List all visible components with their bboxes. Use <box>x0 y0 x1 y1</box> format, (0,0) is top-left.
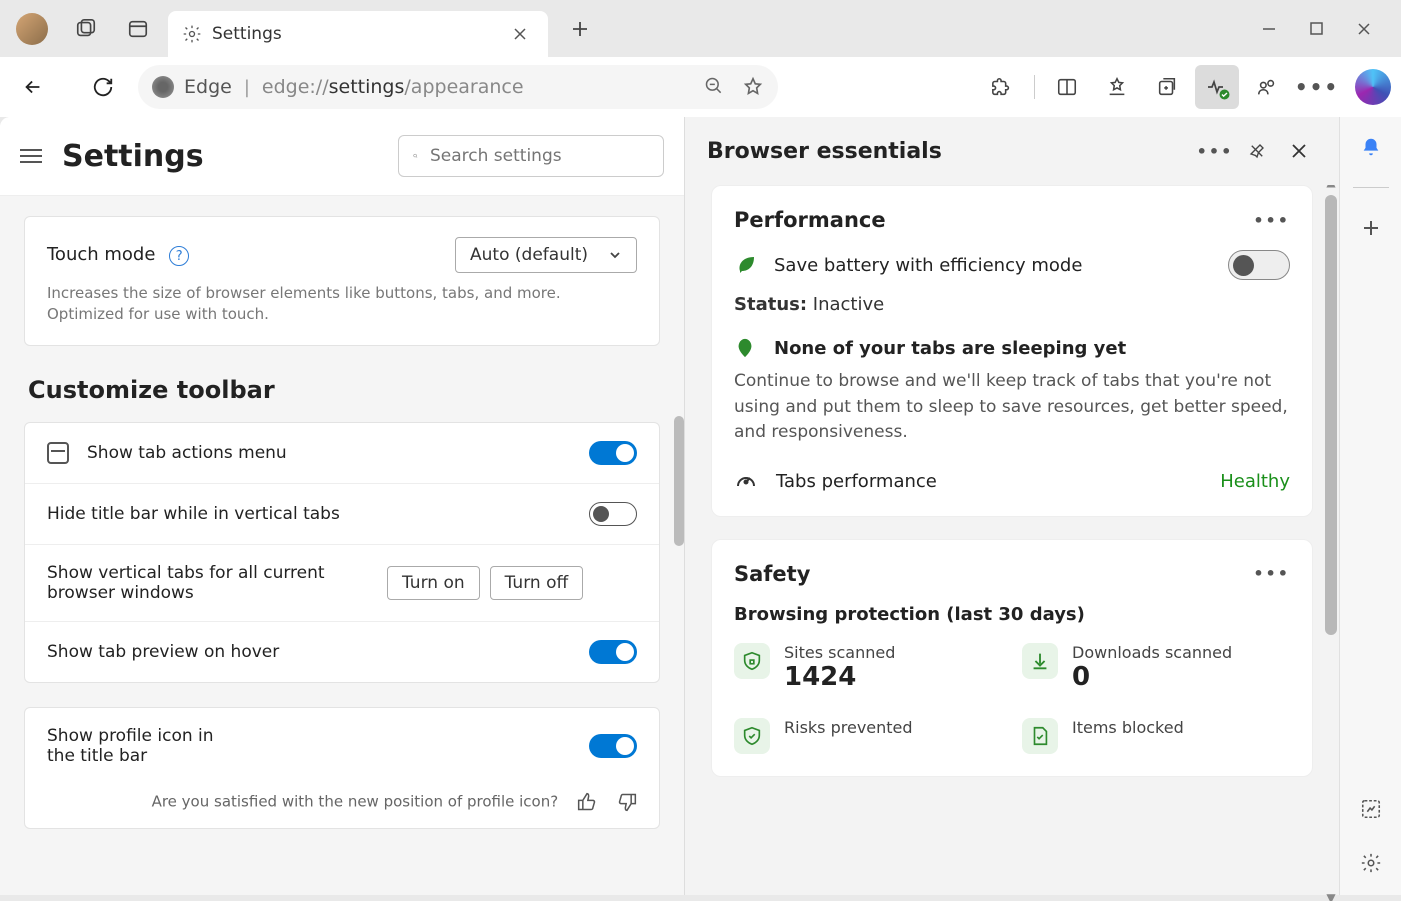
battery-mode-label: Save battery with efficiency mode <box>774 255 1212 276</box>
chevron-down-icon <box>608 248 622 262</box>
stat-items-blocked: Items blocked <box>1022 718 1290 754</box>
essentials-title: Browser essentials <box>707 139 1191 164</box>
feedback-text: Are you satisfied with the new position … <box>152 793 559 811</box>
stat-risks-prevented: Risks prevented <box>734 718 1002 754</box>
shield-check-icon <box>734 718 770 754</box>
favorites-list-icon[interactable] <box>1095 65 1139 109</box>
performance-more-icon[interactable]: ••• <box>1253 211 1290 230</box>
right-sidebar <box>1339 117 1401 895</box>
close-window-button[interactable] <box>1357 22 1371 36</box>
download-icon <box>1022 643 1058 679</box>
toolbar-card: Show tab actions menu Hide title bar whi… <box>24 422 660 683</box>
file-check-icon <box>1022 718 1058 754</box>
screenshot-icon[interactable] <box>1353 791 1389 827</box>
edge-logo-icon <box>152 76 174 98</box>
gauge-icon <box>734 470 758 494</box>
settings-title: Settings <box>62 139 378 174</box>
sidebar-settings-icon[interactable] <box>1353 845 1389 881</box>
customize-toolbar-heading: Customize toolbar <box>28 376 660 404</box>
stat-downloads-scanned: Downloads scanned 0 <box>1022 643 1290 692</box>
tab-actions-icon <box>47 442 69 464</box>
touch-mode-select[interactable]: Auto (default) <box>455 237 637 273</box>
touch-mode-card: Touch mode ? Auto (default) Increases th… <box>24 216 660 346</box>
scroll-down-arrow[interactable]: ▼ <box>1325 891 1337 901</box>
workspaces-icon[interactable] <box>66 9 106 49</box>
profile-icon-toggle[interactable] <box>589 734 637 758</box>
settings-panel: Settings Touch mode ? Auto (default) <box>0 117 684 895</box>
tab-actions-toggle[interactable] <box>589 441 637 465</box>
favorite-icon[interactable] <box>742 76 764 98</box>
gear-icon <box>182 24 202 44</box>
profile-avatar[interactable] <box>16 13 48 45</box>
shield-lock-icon <box>734 643 770 679</box>
search-settings-box[interactable] <box>398 135 664 177</box>
essentials-close-button[interactable] <box>1281 133 1317 169</box>
more-menu-icon[interactable]: ••• <box>1295 65 1339 109</box>
split-screen-icon[interactable] <box>1045 65 1089 109</box>
hide-titlebar-toggle[interactable] <box>589 502 637 526</box>
hide-titlebar-label: Hide title bar while in vertical tabs <box>47 504 589 524</box>
product-label: Edge <box>184 76 232 98</box>
tab-close-button[interactable] <box>506 20 534 48</box>
turn-off-button[interactable]: Turn off <box>490 566 584 600</box>
sleep-description: Continue to browse and we'll keep track … <box>734 369 1290 446</box>
vertical-tabs-label: Show vertical tabs for all current brows… <box>47 563 387 603</box>
address-bar: Edge | edge://settings/appearance ••• <box>0 57 1401 117</box>
scroll-up-arrow[interactable]: ▲ <box>1325 185 1337 189</box>
performance-title: Performance <box>734 208 1253 232</box>
essentials-pin-button[interactable] <box>1239 133 1275 169</box>
tab-preview-toggle[interactable] <box>589 640 637 664</box>
tab-preview-label: Show tab preview on hover <box>47 642 589 662</box>
safety-subtitle: Browsing protection (last 30 days) <box>734 604 1290 625</box>
profile-icon-label: Show profile icon in the title bar <box>47 726 227 766</box>
thumbs-up-icon[interactable] <box>577 792 597 812</box>
safety-more-icon[interactable]: ••• <box>1253 564 1290 583</box>
leaf-icon <box>734 337 756 359</box>
sleep-heading: None of your tabs are sleeping yet <box>774 338 1126 359</box>
essentials-more-button[interactable]: ••• <box>1197 133 1233 169</box>
tabs-health-status: Healthy <box>1220 471 1290 492</box>
safety-title: Safety <box>734 562 1253 586</box>
maximize-button[interactable] <box>1310 22 1323 36</box>
zoom-out-icon[interactable] <box>704 76 724 98</box>
help-icon[interactable]: ? <box>169 246 189 266</box>
stat-sites-scanned: Sites scanned 1424 <box>734 643 1002 692</box>
tab-title: Settings <box>212 24 506 44</box>
notifications-icon[interactable] <box>1353 129 1389 165</box>
new-tab-button[interactable] <box>560 9 600 49</box>
collections-icon[interactable] <box>1145 65 1189 109</box>
tab-overview-icon[interactable] <box>118 9 158 49</box>
tabs-performance-label: Tabs performance <box>776 471 937 492</box>
turn-on-button[interactable]: Turn on <box>387 566 480 600</box>
add-sidebar-icon[interactable] <box>1353 210 1389 246</box>
url-text: edge://settings/appearance <box>262 76 524 98</box>
url-box[interactable]: Edge | edge://settings/appearance <box>138 65 778 109</box>
profile-menu-icon[interactable] <box>1245 65 1289 109</box>
thumbs-down-icon[interactable] <box>617 792 637 812</box>
settings-scrollbar[interactable] <box>674 416 684 546</box>
refresh-button[interactable] <box>80 64 126 110</box>
tab-actions-label: Show tab actions menu <box>87 443 589 463</box>
search-icon <box>413 147 418 165</box>
copilot-icon[interactable] <box>1355 69 1391 105</box>
essentials-scrollbar[interactable] <box>1325 195 1337 635</box>
battery-mode-toggle[interactable] <box>1228 250 1290 280</box>
hamburger-menu[interactable] <box>20 149 42 163</box>
leaf-icon <box>734 253 758 277</box>
back-button[interactable] <box>10 64 56 110</box>
browser-essentials-icon[interactable] <box>1195 65 1239 109</box>
performance-card: Performance ••• Save battery with effici… <box>711 185 1313 517</box>
browser-tab[interactable]: Settings <box>168 11 548 57</box>
minimize-button[interactable] <box>1262 22 1276 36</box>
profile-icon-card: Show profile icon in the title bar Are y… <box>24 707 660 829</box>
safety-card: Safety ••• Browsing protection (last 30 … <box>711 539 1313 777</box>
window-controls <box>1262 22 1393 36</box>
touch-mode-label: Touch mode <box>47 244 155 265</box>
search-settings-input[interactable] <box>430 146 649 166</box>
browser-essentials-panel: Browser essentials ••• ▲ ▼ Performance •… <box>684 117 1339 895</box>
titlebar: Settings <box>0 0 1401 57</box>
extensions-icon[interactable] <box>980 65 1024 109</box>
status-line: Status: Inactive <box>734 294 1290 315</box>
touch-mode-desc: Increases the size of browser elements l… <box>47 283 637 325</box>
